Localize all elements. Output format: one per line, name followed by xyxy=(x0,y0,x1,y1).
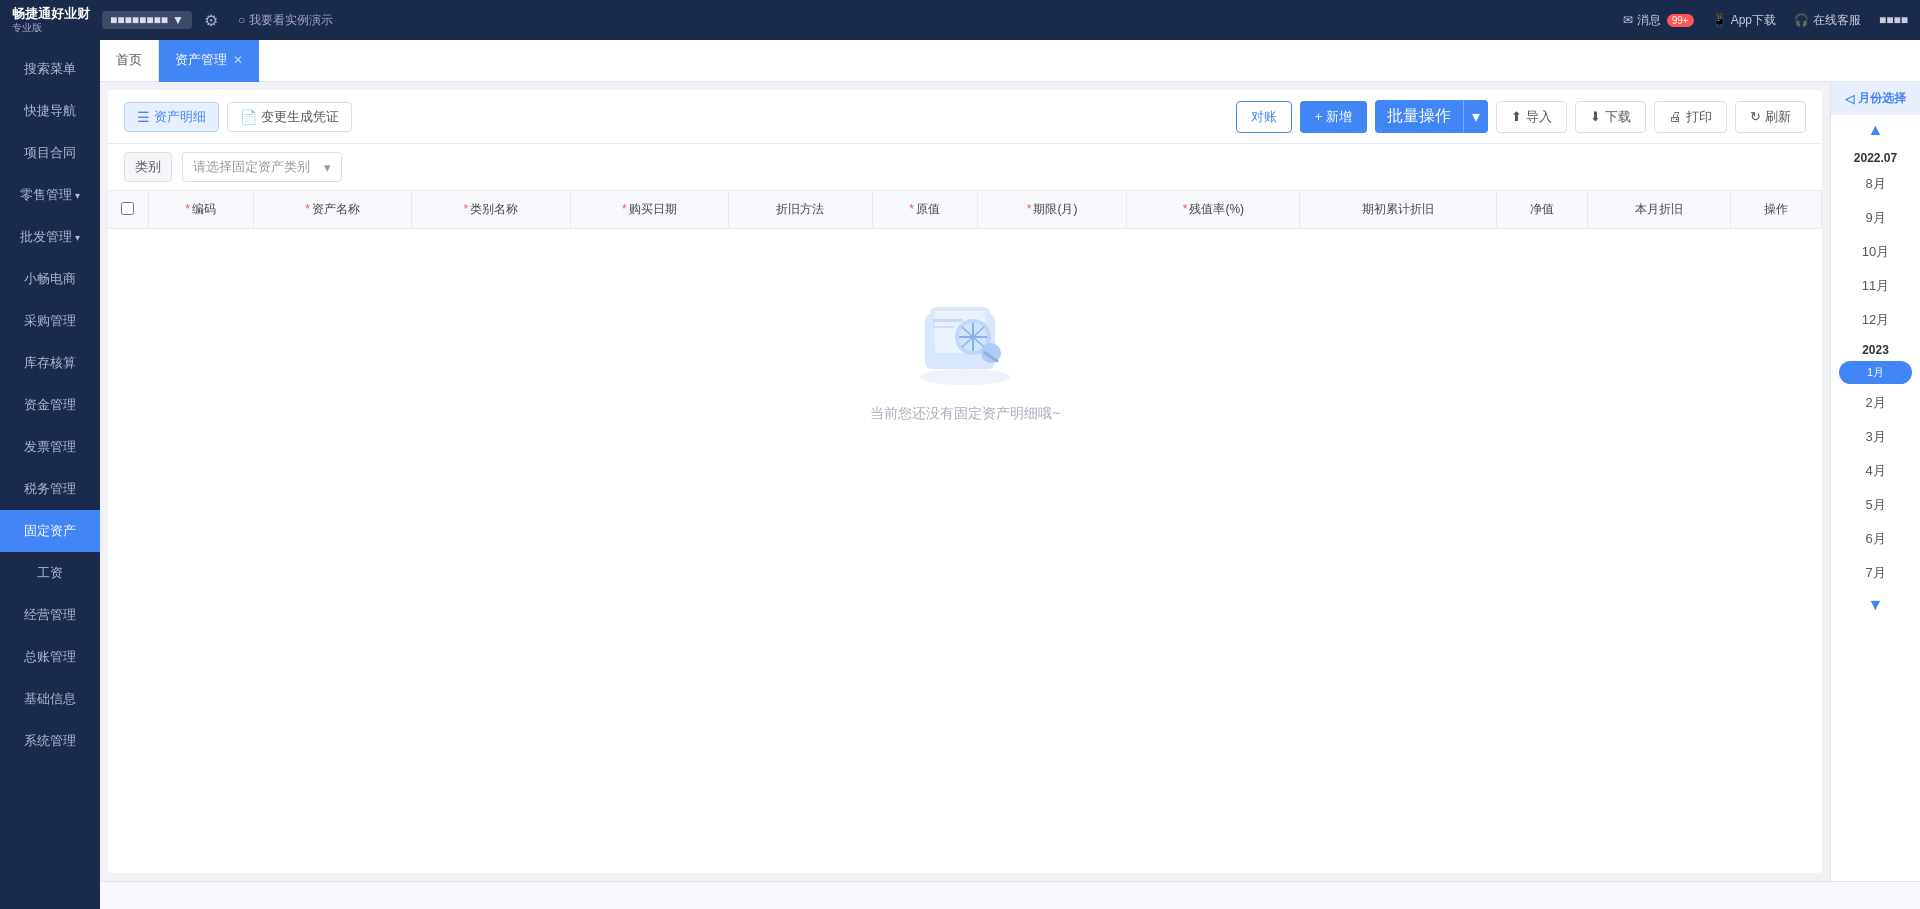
tab-asset-management[interactable]: 资产管理 ✕ xyxy=(159,40,259,82)
subtab-asset-detail[interactable]: ☰ 资产明细 xyxy=(124,102,219,132)
year-2023-label: 2023 xyxy=(1831,337,1920,359)
month-2022-9[interactable]: 9月 xyxy=(1831,201,1920,235)
reconcile-button[interactable]: 对账 xyxy=(1236,101,1292,133)
content-area: 首页 资产管理 ✕ ☰ 资产明细 📄 变更生成凭证 xyxy=(100,40,1920,909)
month-2023-7[interactable]: 7月 xyxy=(1831,556,1920,590)
sidebar-item-finance[interactable]: 资金管理 xyxy=(0,384,100,426)
svg-rect-12 xyxy=(933,326,955,328)
bottom-bar xyxy=(100,881,1920,909)
doc-icon: 📄 xyxy=(240,109,257,125)
col-monthly-depreciation: 本月折旧 xyxy=(1587,191,1731,229)
list-icon: ☰ xyxy=(137,109,150,125)
add-button[interactable]: + 新增 xyxy=(1300,101,1367,133)
category-filter-select[interactable]: 请选择固定资产类别 ▾ xyxy=(182,152,342,182)
month-up-button[interactable]: ▲ xyxy=(1862,119,1890,141)
svg-point-0 xyxy=(920,369,1010,385)
col-asset-name: *资产名称 xyxy=(253,191,411,229)
tab-close-icon[interactable]: ✕ xyxy=(233,53,243,67)
refresh-button[interactable]: ↻ 刷新 xyxy=(1735,101,1806,133)
top-bar: 畅捷通好业财 专业版 ■■■■■■■■ ▼ ⚙ ○ 我要看实例演示 ✉ 消息 9… xyxy=(0,0,1920,40)
top-bar-right: ✉ 消息 99+ 📱 App下载 🎧 在线客服 ■■■■ xyxy=(1623,12,1908,29)
sidebar-item-retail[interactable]: 零售管理 ▾ xyxy=(0,174,100,216)
user-avatar[interactable]: ■■■■ xyxy=(1879,13,1908,27)
sidebar-item-ecommerce[interactable]: 小畅电商 xyxy=(0,258,100,300)
month-panel: ◁ 月份选择 ▲ 2022.07 8月 9月 10月 11月 12月 2023 … xyxy=(1830,82,1920,881)
month-2023-5[interactable]: 5月 xyxy=(1831,488,1920,522)
print-button[interactable]: 🖨 打印 xyxy=(1654,101,1727,133)
online-service-button[interactable]: 🎧 在线客服 xyxy=(1794,12,1861,29)
select-all-checkbox[interactable] xyxy=(121,202,134,215)
page-content: ☰ 资产明细 📄 变更生成凭证 对账 + 新增 xyxy=(100,82,1920,881)
col-purchase-date: *购买日期 xyxy=(570,191,728,229)
month-2023-6[interactable]: 6月 xyxy=(1831,522,1920,556)
col-net-value: 净值 xyxy=(1497,191,1588,229)
month-down-nav: ▼ xyxy=(1831,590,1920,620)
assets-table: *编码 *资产名称 *类别名称 *购买日期 折旧方法 *原值 *期限(月) *残… xyxy=(108,191,1822,229)
svg-rect-11 xyxy=(933,319,963,322)
col-original-value: *原值 xyxy=(872,191,977,229)
message-button[interactable]: ✉ 消息 99+ xyxy=(1623,12,1694,29)
sidebar-item-ledger[interactable]: 总账管理 xyxy=(0,636,100,678)
download-button[interactable]: ⬇ 下载 xyxy=(1575,101,1646,133)
app-logo: 畅捷通好业财 专业版 xyxy=(12,6,90,34)
col-period: *期限(月) xyxy=(977,191,1127,229)
sidebar-item-payroll[interactable]: 工资 xyxy=(0,552,100,594)
tab-home[interactable]: 首页 xyxy=(100,40,159,82)
month-panel-collapse-icon[interactable]: ◁ xyxy=(1845,92,1854,106)
sidebar-item-system[interactable]: 系统管理 xyxy=(0,720,100,762)
batch-operation-button[interactable]: 批量操作 ▾ xyxy=(1375,100,1488,133)
month-panel-header: ◁ 月份选择 xyxy=(1831,82,1920,115)
month-2023-2[interactable]: 2月 xyxy=(1831,386,1920,420)
col-operations: 操作 xyxy=(1731,191,1822,229)
year-2022-label: 2022.07 xyxy=(1831,145,1920,167)
settings-icon[interactable]: ⚙ xyxy=(204,11,218,30)
month-2022-8[interactable]: 8月 xyxy=(1831,167,1920,201)
sidebar-item-invoice[interactable]: 发票管理 xyxy=(0,426,100,468)
month-2023-1-current[interactable]: 1月 xyxy=(1839,361,1912,384)
empty-state: 当前您还没有固定资产明细哦~ xyxy=(108,229,1822,483)
empty-illustration xyxy=(905,289,1025,389)
table-container: *编码 *资产名称 *类别名称 *购买日期 折旧方法 *原值 *期限(月) *残… xyxy=(108,191,1822,873)
col-category: *类别名称 xyxy=(412,191,570,229)
sidebar-item-quicknav[interactable]: 快捷导航 xyxy=(0,90,100,132)
tab-bar: 首页 资产管理 ✕ xyxy=(100,40,1920,82)
toolbar-actions: 对账 + 新增 批量操作 ▾ ⬆ 导入 xyxy=(1236,100,1806,133)
sidebar-item-inventory[interactable]: 库存核算 xyxy=(0,342,100,384)
month-down-button[interactable]: ▼ xyxy=(1862,594,1890,616)
sidebar-item-operations[interactable]: 经营管理 xyxy=(0,594,100,636)
col-accumulated-depreciation: 期初累计折旧 xyxy=(1300,191,1497,229)
app-download-button[interactable]: 📱 App下载 xyxy=(1712,12,1776,29)
filter-bar: 类别 请选择固定资产类别 ▾ xyxy=(108,144,1822,191)
company-selector[interactable]: ■■■■■■■■ ▼ xyxy=(102,11,192,29)
month-2022-12[interactable]: 12月 xyxy=(1831,303,1920,337)
batch-dropdown-arrow[interactable]: ▾ xyxy=(1463,101,1488,132)
col-residual-rate: *残值率(%) xyxy=(1127,191,1300,229)
sidebar-item-fixed-assets[interactable]: 固定资产 xyxy=(0,510,100,552)
category-filter-label: 类别 xyxy=(124,152,172,182)
sidebar: 搜索菜单 快捷导航 项目合同 零售管理 ▾ 批发管理 ▾ 小畅电商 采购管理 库… xyxy=(0,40,100,909)
sidebar-item-project[interactable]: 项目合同 xyxy=(0,132,100,174)
month-2023-3[interactable]: 3月 xyxy=(1831,420,1920,454)
subtab-change-voucher[interactable]: 📄 变更生成凭证 xyxy=(227,102,352,132)
wholesale-expand-icon: ▾ xyxy=(75,232,80,243)
month-up-nav: ▲ xyxy=(1831,115,1920,145)
demo-link[interactable]: ○ 我要看实例演示 xyxy=(238,12,333,29)
month-2022-11[interactable]: 11月 xyxy=(1831,269,1920,303)
month-2022-10[interactable]: 10月 xyxy=(1831,235,1920,269)
sidebar-item-basic-info[interactable]: 基础信息 xyxy=(0,678,100,720)
import-button[interactable]: ⬆ 导入 xyxy=(1496,101,1567,133)
category-select-arrow: ▾ xyxy=(324,160,331,175)
col-depreciation-method: 折旧方法 xyxy=(728,191,872,229)
sidebar-item-wholesale[interactable]: 批发管理 ▾ xyxy=(0,216,100,258)
retail-expand-icon: ▾ xyxy=(75,190,80,201)
col-code: *编码 xyxy=(148,191,253,229)
main-panel: ☰ 资产明细 📄 变更生成凭证 对账 + 新增 xyxy=(108,90,1822,873)
sub-tabs: ☰ 资产明细 📄 变更生成凭证 对账 + 新增 xyxy=(108,90,1822,144)
sidebar-item-tax[interactable]: 税务管理 xyxy=(0,468,100,510)
sidebar-item-search[interactable]: 搜索菜单 xyxy=(0,48,100,90)
sidebar-item-purchase[interactable]: 采购管理 xyxy=(0,300,100,342)
month-2023-4[interactable]: 4月 xyxy=(1831,454,1920,488)
